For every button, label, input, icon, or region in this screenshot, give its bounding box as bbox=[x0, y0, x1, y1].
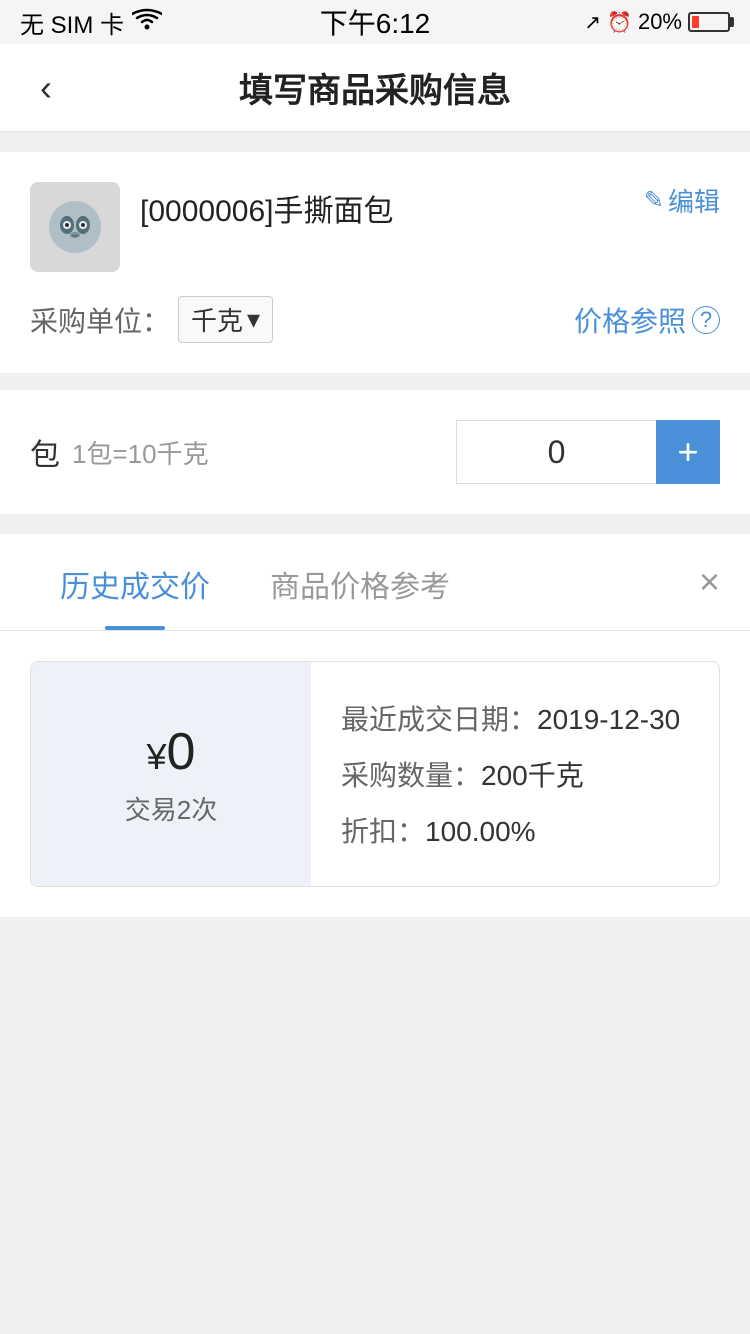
tab-history-price-label: 历史成交价 bbox=[60, 571, 210, 604]
section-divider-1 bbox=[0, 373, 750, 389]
recent-date-label: 最近成交日期： bbox=[341, 704, 537, 735]
wifi-icon bbox=[132, 8, 162, 37]
quantity-left: 包 1包=10千克 bbox=[30, 430, 209, 474]
price-ref-label: 价格参照 bbox=[574, 300, 686, 340]
price-card-left: ¥0 交易2次 bbox=[31, 662, 311, 886]
product-name: [0000006]手撕面包 bbox=[140, 186, 393, 230]
purchase-qty-label: 采购数量： bbox=[341, 760, 481, 791]
unit-select-dropdown[interactable]: 千克 ▾ bbox=[178, 296, 273, 343]
plus-icon: + bbox=[677, 431, 698, 473]
price-ref-button[interactable]: 价格参照 ? bbox=[574, 300, 720, 340]
edit-button[interactable]: ✎ 编辑 bbox=[644, 182, 720, 219]
price-card-right: 最近成交日期：2019-12-30 采购数量：200千克 折扣：100.00% bbox=[311, 662, 719, 886]
price-value: 0 bbox=[167, 723, 196, 781]
dropdown-arrow-icon: ▾ bbox=[247, 304, 260, 335]
product-info: [0000006]手撕面包 bbox=[30, 182, 644, 272]
status-right: ↗ ⏰ 20% bbox=[584, 9, 730, 35]
tab-close-button[interactable]: × bbox=[699, 561, 720, 603]
trade-count: 交易2次 bbox=[125, 790, 217, 827]
edit-icon: ✎ bbox=[644, 186, 664, 215]
nav-bar: ‹ 填写商品采购信息 bbox=[0, 44, 750, 132]
battery-pct: 20% bbox=[638, 9, 682, 35]
recent-date-value: 2019-12-30 bbox=[537, 704, 680, 735]
tab-bar: 历史成交价 商品价格参考 × bbox=[0, 534, 750, 631]
product-thumbnail bbox=[30, 182, 120, 272]
product-header: [0000006]手撕面包 ✎ 编辑 bbox=[30, 182, 720, 272]
qty-unit-info: 1包=10千克 bbox=[72, 434, 209, 471]
bottom-panel: 历史成交价 商品价格参考 × ¥0 交易2次 最近成交日期：2019-12-30… bbox=[0, 534, 750, 917]
alarm-icon: ⏰ bbox=[607, 10, 632, 35]
price-card: ¥0 交易2次 最近成交日期：2019-12-30 采购数量：200千克 折扣：… bbox=[30, 661, 720, 887]
discount-value: 100.00% bbox=[425, 816, 536, 847]
history-content: ¥0 交易2次 最近成交日期：2019-12-30 采购数量：200千克 折扣：… bbox=[0, 631, 750, 917]
status-left: 无 SIM 卡 bbox=[20, 5, 162, 40]
location-icon: ↗ bbox=[584, 10, 601, 35]
discount-label: 折扣： bbox=[341, 816, 425, 847]
discount-row: 折扣：100.00% bbox=[341, 810, 689, 850]
currency-symbol: ¥ bbox=[147, 736, 167, 777]
quantity-right: + bbox=[456, 420, 720, 484]
tab-product-price-ref[interactable]: 商品价格参考 bbox=[240, 534, 480, 630]
carrier-text: 无 SIM 卡 bbox=[20, 5, 124, 40]
unit-value: 千克 bbox=[191, 301, 243, 338]
product-unit-row: 采购单位： 千克 ▾ 价格参照 ? bbox=[30, 296, 720, 343]
purchase-qty-row: 采购数量：200千克 bbox=[341, 754, 689, 794]
battery-icon bbox=[688, 12, 730, 32]
qty-badge: 包 bbox=[30, 430, 60, 474]
qty-plus-button[interactable]: + bbox=[656, 420, 720, 484]
recent-date-row: 最近成交日期：2019-12-30 bbox=[341, 698, 689, 738]
status-bar: 无 SIM 卡 下午6:12 ↗ ⏰ 20% bbox=[0, 0, 750, 44]
product-name-wrap: [0000006]手撕面包 bbox=[140, 182, 393, 230]
unit-label-text: 采购单位： bbox=[30, 300, 170, 340]
tab-product-price-ref-label: 商品价格参考 bbox=[270, 571, 450, 604]
quantity-section: 包 1包=10千克 + bbox=[0, 389, 750, 514]
quantity-input[interactable] bbox=[456, 420, 656, 484]
unit-label: 采购单位： 千克 ▾ bbox=[30, 296, 273, 343]
product-card: [0000006]手撕面包 ✎ 编辑 采购单位： 千克 ▾ 价格参照 ? bbox=[0, 152, 750, 373]
tab-history-price[interactable]: 历史成交价 bbox=[30, 534, 240, 630]
price-amount: ¥0 bbox=[147, 722, 196, 782]
edit-label: 编辑 bbox=[668, 182, 720, 219]
back-button[interactable]: ‹ bbox=[30, 57, 62, 119]
help-icon: ? bbox=[692, 306, 720, 334]
status-time: 下午6:12 bbox=[320, 2, 431, 42]
page-title: 填写商品采购信息 bbox=[239, 63, 511, 112]
purchase-qty-value: 200千克 bbox=[481, 760, 584, 791]
